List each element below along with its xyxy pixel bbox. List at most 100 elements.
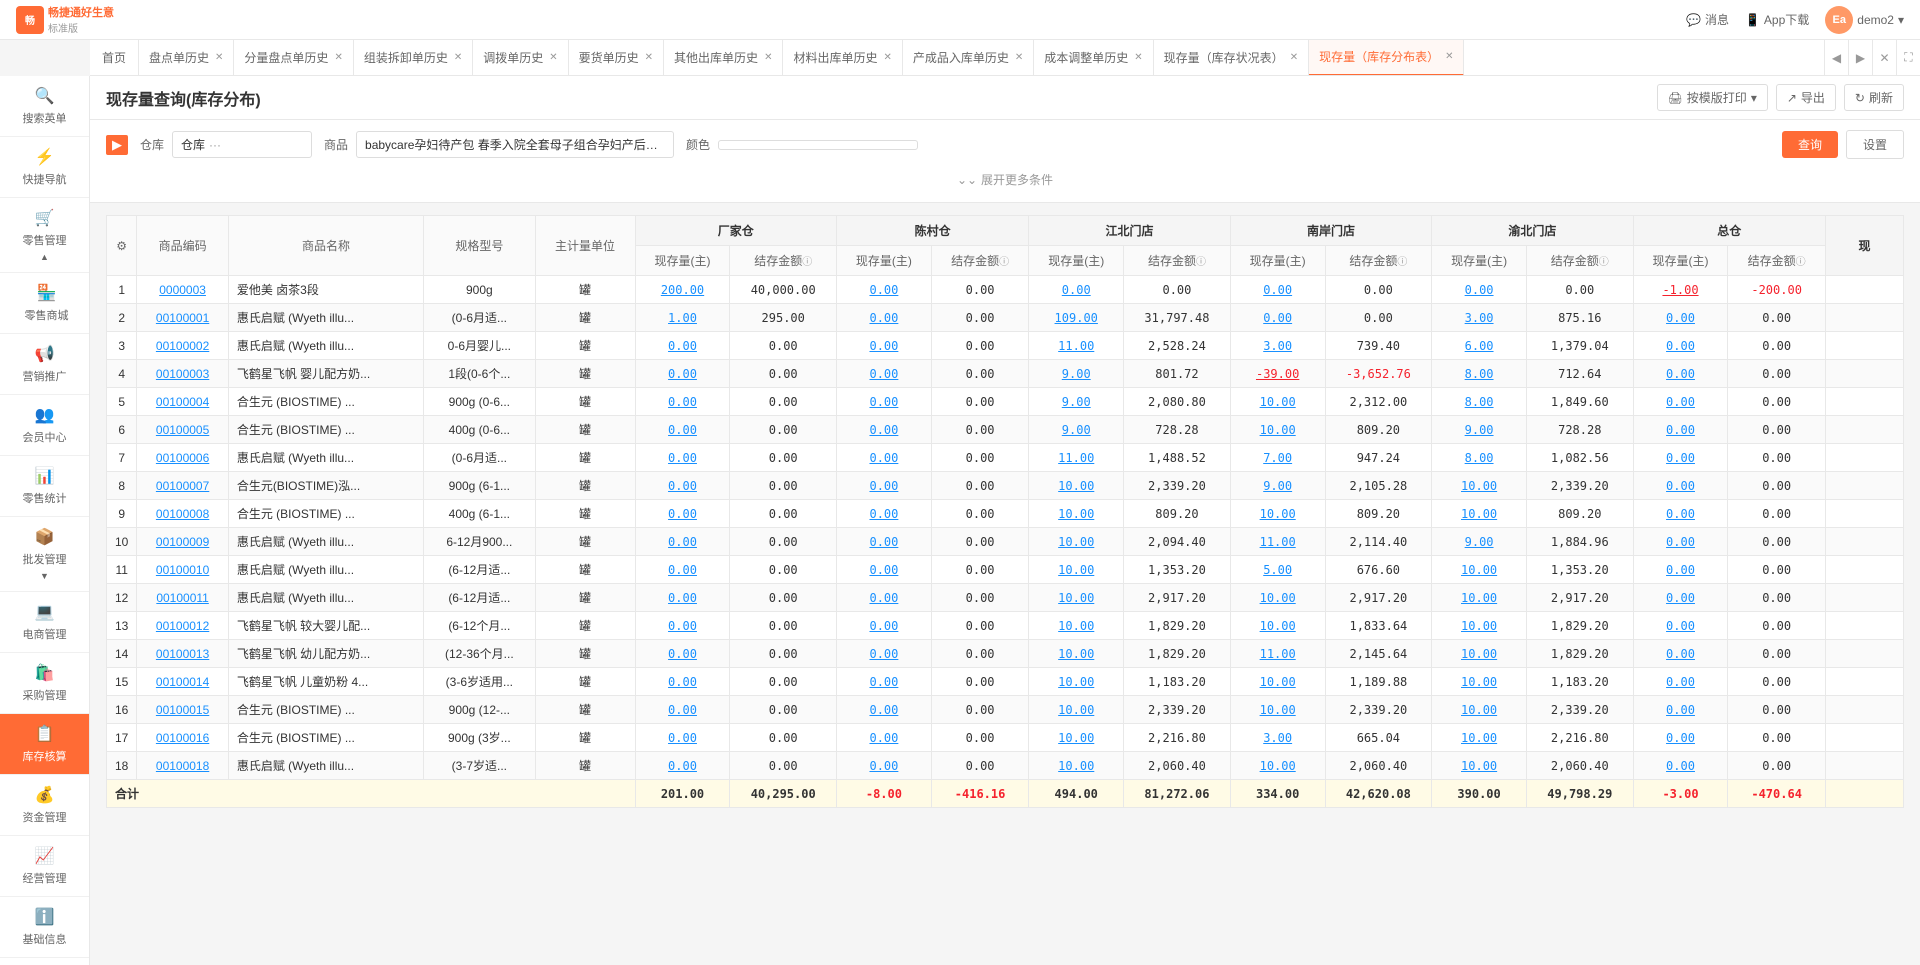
refresh-button[interactable]: ↻ 刷新	[1844, 84, 1904, 111]
row-cc-qty[interactable]: 0.00	[837, 724, 932, 752]
row-code[interactable]: 00100016	[137, 724, 228, 752]
settings-button[interactable]: 设置	[1846, 130, 1904, 159]
sidebar-item-marketing[interactable]: 📢 营销推广	[0, 334, 89, 395]
row-cc-qty[interactable]: 0.00	[837, 668, 932, 696]
row-cc-qty[interactable]: 0.00	[837, 612, 932, 640]
row-yb-qty[interactable]: 10.00	[1432, 696, 1527, 724]
row-total-qty[interactable]: 0.00	[1633, 612, 1728, 640]
row-fj-qty[interactable]: 0.00	[635, 752, 730, 780]
row-na-qty[interactable]: 11.00	[1230, 640, 1325, 668]
row-fj-qty[interactable]: 0.00	[635, 528, 730, 556]
sidebar-item-inventory[interactable]: 📋 库存核算	[0, 714, 89, 775]
row-na-qty[interactable]: 10.00	[1230, 584, 1325, 612]
row-na-qty[interactable]: 10.00	[1230, 388, 1325, 416]
row-yb-qty[interactable]: 10.00	[1432, 668, 1527, 696]
row-yb-qty[interactable]: 8.00	[1432, 360, 1527, 388]
row-yb-qty[interactable]: 8.00	[1432, 444, 1527, 472]
row-total-qty[interactable]: 0.00	[1633, 528, 1728, 556]
tab-要货单历史[interactable]: 要货单历史 ✕	[569, 40, 664, 76]
row-jb-qty[interactable]: 10.00	[1029, 668, 1124, 696]
row-code[interactable]: 00100015	[137, 696, 228, 724]
close-tab-icon[interactable]: ✕	[454, 52, 462, 63]
sidebar-item-retail-mall[interactable]: 🏪 零售商城	[0, 273, 89, 334]
row-jb-qty[interactable]: 10.00	[1029, 472, 1124, 500]
sidebar-item-wholesale[interactable]: 📦 批发管理 ▼	[0, 517, 89, 592]
row-code[interactable]: 00100002	[137, 332, 228, 360]
row-yb-qty[interactable]: 10.00	[1432, 584, 1527, 612]
close-tab-icon[interactable]: ✕	[883, 52, 891, 63]
row-jb-qty[interactable]: 9.00	[1029, 360, 1124, 388]
row-total-qty[interactable]: 0.00	[1633, 752, 1728, 780]
row-na-qty[interactable]: 0.00	[1230, 304, 1325, 332]
row-fj-qty[interactable]: 0.00	[635, 444, 730, 472]
tab-盘点单历史[interactable]: 盘点单历史 ✕	[139, 40, 234, 76]
row-fj-qty[interactable]: 0.00	[635, 640, 730, 668]
row-total-qty[interactable]: 0.00	[1633, 360, 1728, 388]
row-total-qty[interactable]: 0.00	[1633, 696, 1728, 724]
row-code[interactable]: 00100008	[137, 500, 228, 528]
row-code[interactable]: 00100014	[137, 668, 228, 696]
row-na-qty[interactable]: 11.00	[1230, 528, 1325, 556]
row-total-qty[interactable]: 0.00	[1633, 444, 1728, 472]
row-jb-qty[interactable]: 10.00	[1029, 752, 1124, 780]
tab-其他出库单历史[interactable]: 其他出库单历史 ✕	[664, 40, 783, 76]
row-jb-qty[interactable]: 11.00	[1029, 444, 1124, 472]
row-yb-qty[interactable]: 6.00	[1432, 332, 1527, 360]
row-code[interactable]: 00100012	[137, 612, 228, 640]
tab-组装拆卸单历史[interactable]: 组装拆卸单历史 ✕	[354, 40, 473, 76]
row-total-qty[interactable]: 0.00	[1633, 640, 1728, 668]
row-yb-qty[interactable]: 10.00	[1432, 724, 1527, 752]
warehouse-input[interactable]: 仓库 ···	[172, 131, 312, 158]
row-na-qty[interactable]: 10.00	[1230, 416, 1325, 444]
close-tab-icon[interactable]: ✕	[645, 52, 653, 63]
row-na-qty[interactable]: 10.00	[1230, 500, 1325, 528]
sidebar-item-member[interactable]: 👥 会员中心	[0, 395, 89, 456]
row-yb-qty[interactable]: 10.00	[1432, 472, 1527, 500]
row-fj-qty[interactable]: 200.00	[635, 276, 730, 304]
sidebar-item-system[interactable]: ⚙️ 系统管理	[0, 958, 89, 965]
sidebar-item-basic[interactable]: ℹ️ 基础信息	[0, 897, 89, 958]
row-code[interactable]: 00100010	[137, 556, 228, 584]
row-cc-qty[interactable]: 0.00	[837, 472, 932, 500]
row-total-qty[interactable]: 0.00	[1633, 724, 1728, 752]
row-fj-qty[interactable]: 0.00	[635, 332, 730, 360]
row-fj-qty[interactable]: 0.00	[635, 696, 730, 724]
row-na-qty[interactable]: 0.00	[1230, 276, 1325, 304]
close-tab-icon[interactable]: ✕	[549, 52, 557, 63]
sidebar-item-finance[interactable]: 💰 资金管理	[0, 775, 89, 836]
nav-home-tab[interactable]: 首页	[90, 40, 139, 76]
row-fj-qty[interactable]: 0.00	[635, 584, 730, 612]
close-tab-icon[interactable]: ✕	[1015, 52, 1023, 63]
row-total-qty[interactable]: 0.00	[1633, 584, 1728, 612]
row-cc-qty[interactable]: 0.00	[837, 388, 932, 416]
row-na-qty[interactable]: 3.00	[1230, 332, 1325, 360]
row-jb-qty[interactable]: 9.00	[1029, 388, 1124, 416]
print-button[interactable]: 🖨 按模版打印 ▾	[1657, 84, 1768, 111]
row-cc-qty[interactable]: 0.00	[837, 528, 932, 556]
row-jb-qty[interactable]: 10.00	[1029, 584, 1124, 612]
row-fj-qty[interactable]: 0.00	[635, 416, 730, 444]
nav-next-button[interactable]: ▶	[1848, 40, 1872, 76]
row-fj-qty[interactable]: 1.00	[635, 304, 730, 332]
row-cc-qty[interactable]: 0.00	[837, 584, 932, 612]
row-fj-qty[interactable]: 0.00	[635, 612, 730, 640]
row-jb-qty[interactable]: 11.00	[1029, 332, 1124, 360]
row-total-qty[interactable]: 0.00	[1633, 472, 1728, 500]
row-code[interactable]: 00100011	[137, 584, 228, 612]
row-na-qty[interactable]: 7.00	[1230, 444, 1325, 472]
row-total-qty[interactable]: 0.00	[1633, 304, 1728, 332]
sidebar-item-ecommerce[interactable]: 💻 电商管理	[0, 592, 89, 653]
row-code[interactable]: 00100007	[137, 472, 228, 500]
row-fj-qty[interactable]: 0.00	[635, 360, 730, 388]
tab-调拨单历史[interactable]: 调拨单历史 ✕	[473, 40, 568, 76]
row-yb-qty[interactable]: 9.00	[1432, 416, 1527, 444]
user-menu-button[interactable]: Ea demo2 ▾	[1825, 6, 1904, 34]
close-tab-icon[interactable]: ✕	[215, 52, 223, 63]
row-fj-qty[interactable]: 0.00	[635, 556, 730, 584]
row-yb-qty[interactable]: 10.00	[1432, 752, 1527, 780]
sidebar-item-retail[interactable]: 🛒 零售管理 ▲	[0, 198, 89, 273]
row-fj-qty[interactable]: 0.00	[635, 724, 730, 752]
row-cc-qty[interactable]: 0.00	[837, 556, 932, 584]
row-code[interactable]: 00100005	[137, 416, 228, 444]
close-tab-icon[interactable]: ✕	[334, 52, 342, 63]
